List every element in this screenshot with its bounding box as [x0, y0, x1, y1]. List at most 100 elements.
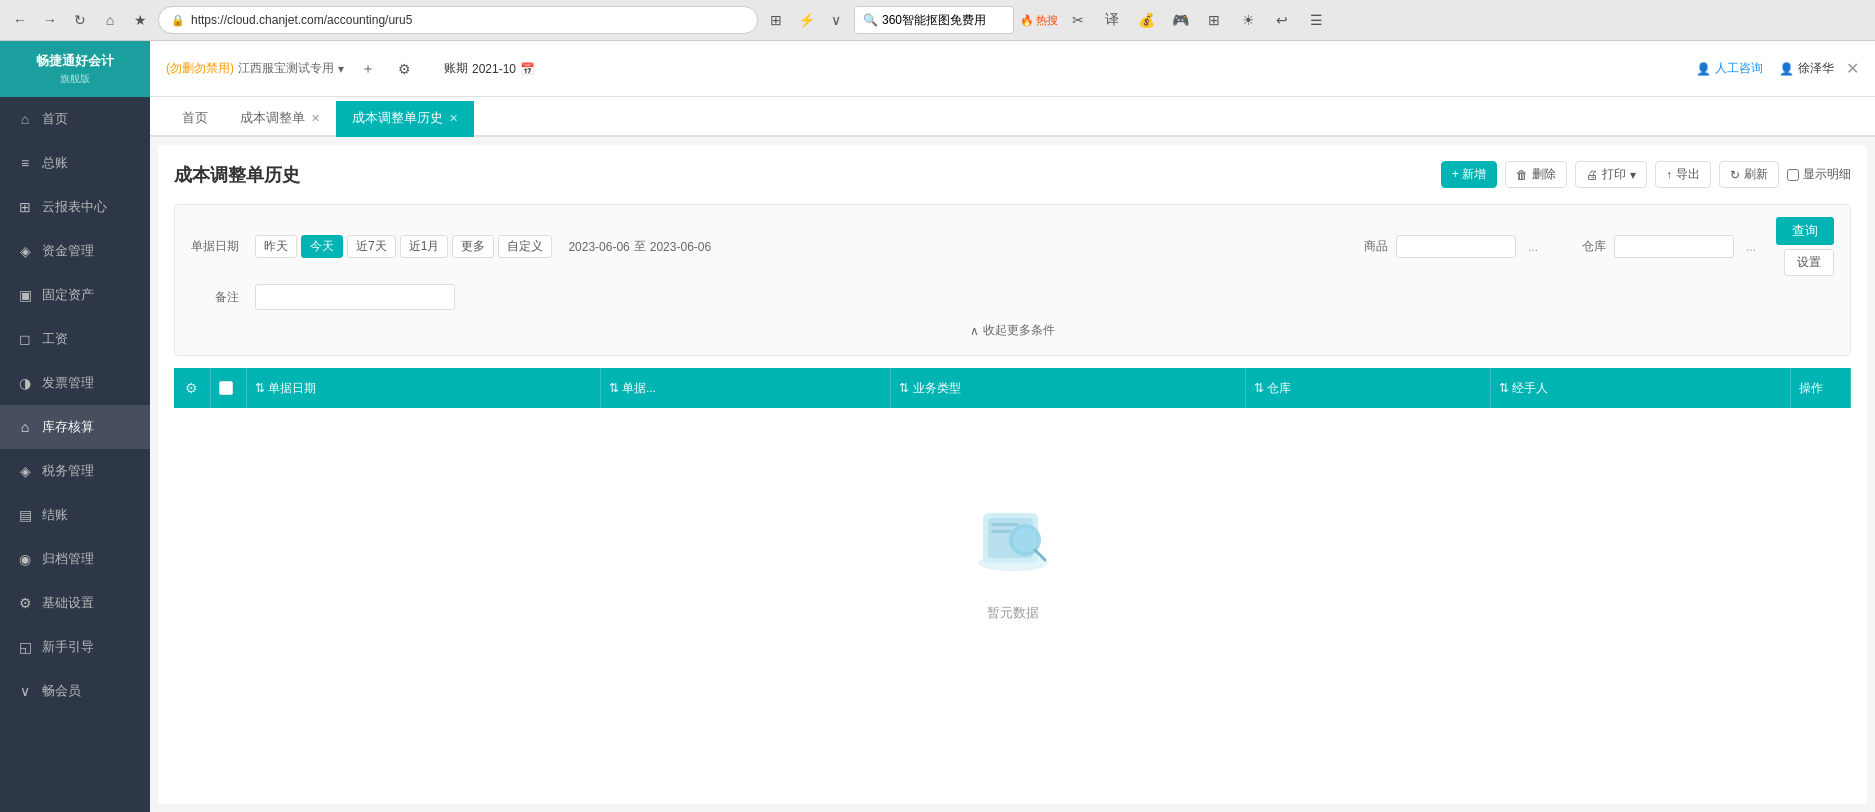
sidebar-nav: ⌂ 首页 ≡ 总账 ⊞ 云报表中心 ◈ 资金管理 ▣ 固定资产 ◻ 工资	[0, 97, 150, 812]
sidebar-logo: 畅捷通好会计 旗舰版	[0, 41, 150, 97]
query-button[interactable]: 查询	[1776, 217, 1834, 245]
sidebar-item-label: 资金管理	[42, 242, 94, 260]
export-button[interactable]: ↑ 导出	[1655, 161, 1711, 188]
game-icon[interactable]: 🎮	[1166, 6, 1194, 34]
sidebar-item-home[interactable]: ⌂ 首页	[0, 97, 150, 141]
calendar-icon: 📅	[520, 62, 535, 76]
refresh-button[interactable]: ↻	[68, 8, 92, 32]
sidebar-item-fixed-assets[interactable]: ▣ 固定资产	[0, 273, 150, 317]
back-button[interactable]: ←	[8, 8, 32, 32]
warehouse-select[interactable]	[1614, 235, 1734, 258]
show-columns-checkbox[interactable]	[1787, 169, 1799, 181]
th-handler[interactable]: ⇅ 经手人	[1491, 368, 1791, 408]
org-dropdown-icon: ▾	[338, 62, 344, 76]
tab-cost-adjust[interactable]: 成本调整单 ✕	[224, 101, 336, 137]
scissors-icon[interactable]: ✂	[1064, 6, 1092, 34]
new-button[interactable]: + 新增	[1441, 161, 1497, 188]
browser-chrome: ← → ↻ ⌂ ★ 🔒 https://cloud.chanjet.com/ac…	[0, 0, 1875, 41]
sidebar-item-fund[interactable]: ◈ 资金管理	[0, 229, 150, 273]
sidebar-item-tax[interactable]: ◈ 税务管理	[0, 449, 150, 493]
tab-home[interactable]: 首页	[166, 101, 224, 137]
add-org-button[interactable]: ＋	[356, 57, 380, 81]
date-option-custom[interactable]: 自定义	[498, 235, 552, 258]
print-icon: 🖨	[1586, 168, 1598, 182]
sidebar-item-guide[interactable]: ◱ 新手引导	[0, 625, 150, 669]
collapse-button[interactable]: ∧ 收起更多条件	[191, 318, 1834, 343]
select-all-checkbox[interactable]	[219, 381, 233, 395]
th-doc-no[interactable]: ⇅ 单据...	[600, 368, 891, 408]
home-button[interactable]: ⌂	[98, 8, 122, 32]
sidebar-item-base-settings[interactable]: ⚙ 基础设置	[0, 581, 150, 625]
sidebar-item-archive[interactable]: ◉ 归档管理	[0, 537, 150, 581]
app-container: 畅捷通好会计 旗舰版 ⌂ 首页 ≡ 总账 ⊞ 云报表中心 ◈ 资金管理 ▣ 固定…	[0, 41, 1875, 812]
print-dropdown[interactable]: 🖨 打印 ▾	[1575, 161, 1647, 188]
hot-search[interactable]: 🔥 热搜	[1020, 13, 1058, 28]
period-selector[interactable]: 账期 2021-10 📅	[444, 60, 535, 77]
tab-cost-adjust-close-icon[interactable]: ✕	[311, 112, 320, 125]
date-option-yesterday[interactable]: 昨天	[255, 235, 297, 258]
sidebar-item-inventory[interactable]: ⌂ 库存核算	[0, 405, 150, 449]
tab-cost-adjust-history-close-icon[interactable]: ✕	[449, 112, 458, 125]
product-select[interactable]	[1396, 235, 1516, 258]
date-range: 2023-06-06 至 2023-06-06	[568, 238, 711, 255]
search-bar[interactable]: 🔍 360智能抠图免费用	[854, 6, 1014, 34]
org-settings-button[interactable]: ⚙	[392, 57, 416, 81]
date-option-1month[interactable]: 近1月	[400, 235, 449, 258]
th-check[interactable]	[210, 368, 246, 408]
th-warehouse[interactable]: ⇅ 仓库	[1245, 368, 1491, 408]
grid-icon[interactable]: ⊞	[1200, 6, 1228, 34]
period-label: 账期	[444, 60, 468, 77]
th-settings[interactable]: ⚙	[174, 368, 210, 408]
lightning-button[interactable]: ⚡	[794, 8, 818, 32]
date-option-7days[interactable]: 近7天	[347, 235, 396, 258]
member-icon: ∨	[16, 683, 34, 699]
guide-icon: ◱	[16, 639, 34, 655]
show-columns-toggle[interactable]: 显示明细	[1787, 166, 1851, 183]
fixed-assets-icon: ▣	[16, 287, 34, 303]
period-value: 2021-10	[472, 62, 516, 76]
filter-settings-button[interactable]: 设置	[1784, 249, 1834, 276]
warehouse-more-icon[interactable]: ...	[1742, 240, 1760, 254]
date-option-more[interactable]: 更多	[452, 235, 494, 258]
translate-icon[interactable]: 译	[1098, 6, 1126, 34]
th-biz-type[interactable]: ⇅ 业务类型	[891, 368, 1245, 408]
tax-icon: ◈	[16, 463, 34, 479]
delete-button[interactable]: 🗑 删除	[1505, 161, 1567, 188]
refresh-button[interactable]: ↻ 刷新	[1719, 161, 1779, 188]
table-settings-icon[interactable]: ⚙	[182, 379, 200, 397]
svg-rect-7	[991, 530, 1011, 533]
brightness-icon[interactable]: ☀	[1234, 6, 1262, 34]
sidebar-item-label: 固定资产	[42, 286, 94, 304]
sidebar-item-invoice[interactable]: ◑ 发票管理	[0, 361, 150, 405]
sidebar-item-member[interactable]: ∨ 畅会员	[0, 669, 150, 713]
user-menu[interactable]: 👤 徐泽华	[1779, 60, 1834, 77]
menu-icon[interactable]: ☰	[1302, 6, 1330, 34]
sidebar-item-settlement[interactable]: ▤ 结账	[0, 493, 150, 537]
undo-icon[interactable]: ↩	[1268, 6, 1296, 34]
date-to: 2023-06-06	[650, 240, 711, 254]
sidebar-item-salary[interactable]: ◻ 工资	[0, 317, 150, 361]
date-from: 2023-06-06	[568, 240, 629, 254]
date-option-today[interactable]: 今天	[301, 235, 343, 258]
remark-input[interactable]	[255, 284, 455, 310]
service-button[interactable]: 👤 人工咨询	[1696, 60, 1763, 77]
extensions-button[interactable]: ⊞	[764, 8, 788, 32]
sidebar-item-cloud-report[interactable]: ⊞ 云报表中心	[0, 185, 150, 229]
sidebar-item-general-ledger[interactable]: ≡ 总账	[0, 141, 150, 185]
th-doc-date[interactable]: ⇅ 单据日期	[246, 368, 600, 408]
more-tools-button[interactable]: ∨	[824, 8, 848, 32]
bookmark-button[interactable]: ★	[128, 8, 152, 32]
window-close-button[interactable]: ✕	[1846, 59, 1859, 78]
sidebar-item-label: 工资	[42, 330, 68, 348]
url-bar[interactable]: 🔒 https://cloud.chanjet.com/accounting/u…	[158, 6, 758, 34]
th-doc-no-label: ⇅ 单据...	[609, 381, 656, 395]
forward-button[interactable]: →	[38, 8, 62, 32]
product-more-icon[interactable]: ...	[1524, 240, 1542, 254]
org-selector[interactable]: (勿删勿禁用) 江西服宝测试专用 ▾	[166, 60, 344, 77]
sidebar-item-label: 首页	[42, 110, 68, 128]
collapse-label: 收起更多条件	[983, 322, 1055, 339]
filter-row-date: 单据日期 昨天 今天 近7天 近1月 更多 自定义 2023-06-06 至 2…	[191, 217, 1834, 276]
archive-icon: ◉	[16, 551, 34, 567]
tab-cost-adjust-history[interactable]: 成本调整单历史 ✕	[336, 101, 474, 137]
wallet-icon[interactable]: 💰	[1132, 6, 1160, 34]
